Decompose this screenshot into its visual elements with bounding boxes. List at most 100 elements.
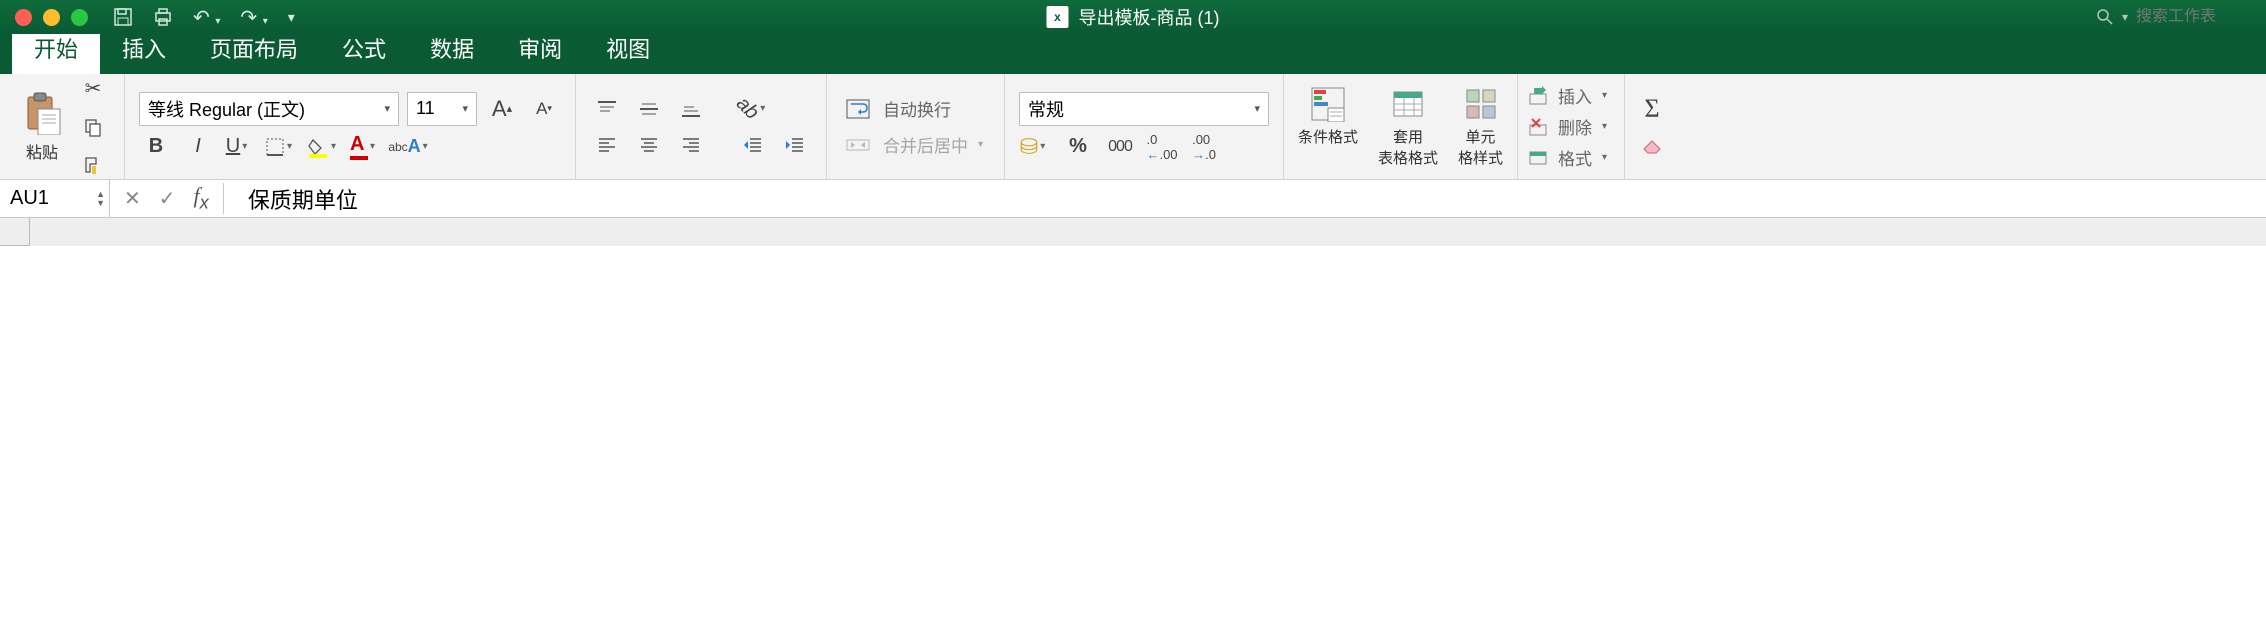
close-window-button[interactable] bbox=[15, 9, 32, 26]
format-cells-label: 格式 bbox=[1558, 145, 1592, 170]
increase-indent-button[interactable] bbox=[778, 130, 812, 160]
format-cells-icon bbox=[1528, 148, 1550, 168]
merge-center-icon bbox=[841, 130, 875, 160]
align-center-button[interactable] bbox=[632, 130, 666, 160]
undo-icon[interactable]: ↶ ▾ bbox=[193, 5, 220, 30]
copy-button[interactable] bbox=[76, 112, 110, 142]
phonetic-button[interactable]: abcA▾ bbox=[391, 132, 425, 162]
wrap-text-label[interactable]: 自动换行 bbox=[883, 96, 951, 121]
cut-button[interactable]: ✂ bbox=[76, 74, 110, 104]
wrap-text-icon[interactable] bbox=[841, 94, 875, 124]
chevron-down-icon: ▾ bbox=[1254, 102, 1260, 115]
italic-button[interactable]: I bbox=[181, 132, 215, 162]
align-bottom-button[interactable] bbox=[674, 94, 708, 124]
align-right-button[interactable] bbox=[674, 130, 708, 160]
quick-access-toolbar: ↶ ▾ ↷ ▾ ▾ bbox=[113, 5, 295, 30]
enter-formula-button[interactable]: ✓ bbox=[159, 186, 176, 211]
merge-center-label: 合并后居中 bbox=[883, 132, 968, 157]
font-size-combo[interactable]: 11 ▾ bbox=[407, 92, 477, 126]
cells-group: 插入 ▾ 删除 ▾ 格式 ▾ bbox=[1518, 74, 1625, 179]
delete-cells-icon bbox=[1528, 117, 1550, 137]
increase-font-button[interactable]: A▴ bbox=[485, 94, 519, 124]
copy-icon bbox=[83, 117, 103, 137]
number-group: 常规 ▾ ⛁▾ % 000 .0←.00 .00→.0 bbox=[1005, 74, 1284, 179]
chevron-down-icon: ▾ bbox=[978, 139, 990, 150]
excel-doc-icon: x bbox=[1047, 6, 1069, 28]
insert-cells-icon bbox=[1528, 86, 1550, 106]
format-painter-button[interactable] bbox=[76, 150, 110, 180]
select-all-corner[interactable] bbox=[0, 218, 30, 246]
name-box-stepper[interactable]: ▲▼ bbox=[96, 190, 105, 208]
cell-reference: AU1 bbox=[10, 187, 49, 210]
zoom-window-button[interactable] bbox=[71, 9, 88, 26]
currency-button[interactable]: ⛁▾ bbox=[1019, 132, 1053, 162]
chevron-down-icon: ▾ bbox=[462, 102, 468, 115]
column-headers bbox=[30, 218, 2266, 246]
ribbon: 粘贴 ✂ 等线 Regular (正文) ▾ 11 ▾ A▴ A▾ B I bbox=[0, 74, 2266, 180]
cell-styles-label: 单元 格样式 bbox=[1458, 126, 1503, 168]
font-size-value: 11 bbox=[416, 98, 435, 119]
qat-customize-icon[interactable]: ▾ bbox=[288, 9, 295, 26]
document-title-area: x 导出模板-商品 (1) bbox=[1047, 4, 1220, 30]
delete-cells-label: 删除 bbox=[1558, 114, 1592, 139]
clear-button[interactable] bbox=[1635, 130, 1669, 160]
alignment-group: ab▾ bbox=[576, 74, 827, 179]
underline-button[interactable]: U▾ bbox=[223, 132, 257, 162]
format-as-table-button[interactable]: 套用 表格格式 bbox=[1378, 86, 1438, 168]
align-top-button[interactable] bbox=[590, 94, 624, 124]
fill-color-button[interactable]: ▾ bbox=[307, 132, 341, 162]
decrease-decimal-button[interactable]: .00→.0 bbox=[1187, 132, 1221, 162]
delete-cells-button[interactable]: 删除 ▾ bbox=[1528, 114, 1614, 139]
decrease-indent-button[interactable] bbox=[736, 130, 770, 160]
border-button[interactable]: ▾ bbox=[265, 132, 299, 162]
fx-icon[interactable]: fx bbox=[194, 183, 224, 213]
chevron-down-icon: ▾ bbox=[1602, 90, 1614, 101]
font-color-button[interactable]: A▾ bbox=[349, 132, 383, 162]
table-format-icon bbox=[1390, 86, 1426, 122]
minimize-window-button[interactable] bbox=[43, 9, 60, 26]
align-left-button[interactable] bbox=[590, 130, 624, 160]
bucket-icon bbox=[307, 136, 329, 158]
percent-button[interactable]: % bbox=[1061, 132, 1095, 162]
autosum-button[interactable]: Σ bbox=[1635, 94, 1669, 124]
chevron-down-icon: ▾ bbox=[1602, 121, 1614, 132]
number-format-combo[interactable]: 常规 ▾ bbox=[1019, 92, 1269, 126]
editing-group: Σ bbox=[1625, 74, 1679, 179]
number-format-value: 常规 bbox=[1028, 96, 1064, 122]
bold-button[interactable]: B bbox=[139, 132, 173, 162]
clipboard-icon bbox=[22, 91, 62, 135]
scissors-icon: ✂ bbox=[85, 76, 102, 101]
comma-button[interactable]: 000 bbox=[1103, 132, 1137, 162]
font-group: 等线 Regular (正文) ▾ 11 ▾ A▴ A▾ B I U▾ ▾ ▾ … bbox=[125, 74, 576, 179]
format-cells-button[interactable]: 格式 ▾ bbox=[1528, 145, 1614, 170]
cell-styles-icon bbox=[1463, 86, 1499, 122]
cells-area[interactable] bbox=[30, 246, 2266, 618]
formula-bar: AU1 ▲▼ ✕ ✓ fx 保质期单位 bbox=[0, 180, 2266, 218]
insert-cells-label: 插入 bbox=[1558, 83, 1592, 108]
search-icon bbox=[2096, 8, 2114, 26]
print-icon[interactable] bbox=[153, 7, 173, 27]
redo-icon[interactable]: ↷ ▾ bbox=[240, 5, 267, 30]
cell-styles-button[interactable]: 单元 格样式 bbox=[1458, 86, 1503, 168]
decrease-font-button[interactable]: A▾ bbox=[527, 94, 561, 124]
chevron-down-icon: ▾ bbox=[1602, 152, 1614, 163]
search-input[interactable] bbox=[2136, 8, 2256, 26]
cancel-formula-button[interactable]: ✕ bbox=[124, 186, 141, 211]
name-box[interactable]: AU1 ▲▼ bbox=[0, 180, 110, 217]
search-sheet-box[interactable]: ▾ bbox=[2096, 8, 2256, 26]
window-controls bbox=[0, 9, 88, 26]
formula-input[interactable]: 保质期单位 bbox=[238, 183, 2266, 215]
save-icon[interactable] bbox=[113, 7, 133, 27]
worksheet-grid[interactable] bbox=[0, 218, 2266, 618]
align-middle-button[interactable] bbox=[632, 94, 666, 124]
increase-decimal-button[interactable]: .0←.00 bbox=[1145, 132, 1179, 162]
paste-button[interactable]: 粘贴 bbox=[22, 91, 62, 163]
conditional-format-button[interactable]: 条件格式 bbox=[1298, 86, 1358, 147]
font-name-combo[interactable]: 等线 Regular (正文) ▾ bbox=[139, 92, 399, 126]
insert-cells-button[interactable]: 插入 ▾ bbox=[1528, 83, 1614, 108]
border-icon bbox=[265, 137, 285, 157]
brush-icon bbox=[82, 154, 104, 176]
orientation-button[interactable]: ab▾ bbox=[736, 94, 770, 124]
wrap-merge-group: 自动换行 合并后居中 ▾ bbox=[827, 74, 1005, 179]
title-bar: ↶ ▾ ↷ ▾ ▾ x 导出模板-商品 (1) ▾ bbox=[0, 0, 2266, 34]
